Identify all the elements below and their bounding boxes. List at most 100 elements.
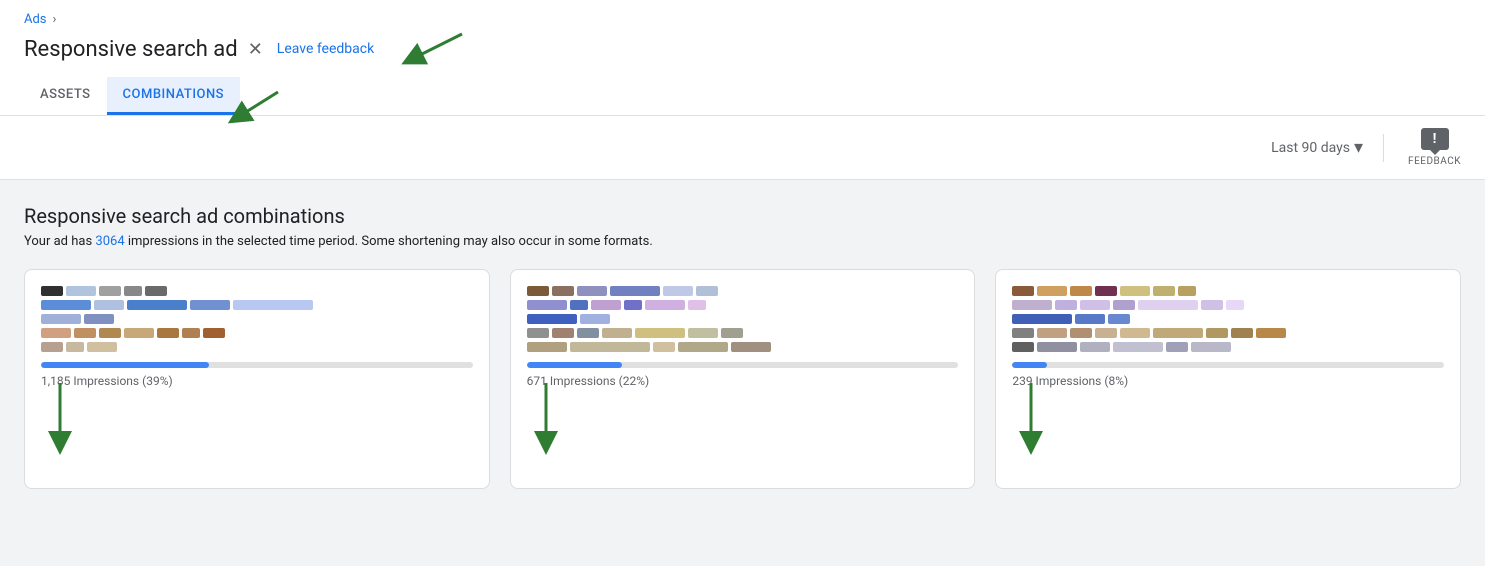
tab-assets[interactable]: ASSETS: [24, 77, 107, 115]
pixel-row: [1012, 342, 1444, 352]
pixel-block: [1113, 300, 1135, 310]
pixel-block: [1231, 328, 1253, 338]
pixel-block: [624, 300, 642, 310]
cards-row: 1,185 Impressions (39%) 671 Impressions (…: [24, 269, 1461, 489]
pixel-block: [1037, 328, 1067, 338]
pixel-block: [1075, 314, 1105, 324]
pixel-block: [203, 328, 225, 338]
pixel-block: [190, 300, 230, 310]
pixel-block: [610, 286, 660, 296]
leave-feedback-link[interactable]: Leave feedback: [277, 41, 374, 57]
progress-bar-container: [527, 362, 959, 368]
pixel-block: [552, 286, 574, 296]
pixel-block: [1095, 286, 1117, 296]
pixel-block: [1113, 342, 1163, 352]
top-bar: Ads › Responsive search ad ✕ Leave feedb…: [0, 0, 1485, 116]
pixel-block: [124, 286, 142, 296]
pixel-row: [527, 314, 959, 324]
progress-bar-fill: [41, 362, 209, 368]
pixel-block: [1120, 286, 1150, 296]
close-icon[interactable]: ✕: [248, 39, 263, 60]
pixel-block: [527, 314, 577, 324]
title-row: Responsive search ad ✕ Leave feedback: [24, 29, 1461, 77]
pixel-block: [663, 286, 693, 296]
pixel-block: [233, 300, 313, 310]
feedback-label: FEEDBACK: [1408, 156, 1461, 167]
pixel-block: [1166, 342, 1188, 352]
pixel-block: [1037, 342, 1077, 352]
pixel-block: [127, 300, 187, 310]
pixel-row: [1012, 286, 1444, 296]
pixel-row: [527, 286, 959, 296]
progress-bar-container: [1012, 362, 1444, 368]
pixel-block: [84, 314, 114, 324]
pixel-block: [41, 342, 63, 352]
pixel-block: [688, 300, 706, 310]
pixel-block: [182, 328, 200, 338]
green-arrow-card-2: [531, 378, 591, 458]
pixel-block: [1055, 300, 1077, 310]
pixel-block: [124, 328, 154, 338]
date-range-label: Last 90 days: [1271, 140, 1350, 156]
pixel-block: [678, 342, 728, 352]
divider: [1383, 134, 1384, 162]
pixel-block: [157, 328, 179, 338]
feedback-icon: !: [1421, 128, 1449, 150]
pixel-block: [552, 328, 574, 338]
pixel-block: [645, 300, 685, 310]
pixel-row: [41, 328, 473, 338]
ad-card-2: 671 Impressions (22%): [510, 269, 976, 489]
chevron-down-icon: ▾: [1354, 137, 1363, 158]
breadcrumb: Ads ›: [24, 0, 1461, 29]
pixel-block: [1012, 300, 1052, 310]
pixel-block: [1138, 300, 1198, 310]
tab-combinations[interactable]: COMBINATIONS: [107, 77, 241, 115]
pixel-block: [527, 286, 549, 296]
pixel-block: [721, 328, 743, 338]
impressions-label: 671 Impressions (22%): [527, 374, 959, 388]
pixel-block: [1206, 328, 1228, 338]
main-content: Responsive search ad combinations Your a…: [0, 180, 1485, 505]
pixel-block: [66, 286, 96, 296]
pixel-block: [580, 314, 610, 324]
tabs-row: ASSETS COMBINATIONS: [24, 77, 1461, 115]
green-arrow-card-1: [45, 378, 105, 458]
pixel-block: [1201, 300, 1223, 310]
pixel-block: [1108, 314, 1130, 324]
pixel-row: [41, 300, 473, 310]
pixel-block: [1095, 328, 1117, 338]
ad-card-1: 1,185 Impressions (39%): [24, 269, 490, 489]
green-arrow-feedback: [392, 29, 472, 69]
pixel-block: [591, 300, 621, 310]
pixel-block: [87, 342, 117, 352]
pixel-row: [527, 300, 959, 310]
date-range-dropdown[interactable]: Last 90 days ▾: [1271, 137, 1363, 158]
pixel-block: [731, 342, 771, 352]
pixel-block: [1191, 342, 1231, 352]
breadcrumb-link-ads[interactable]: Ads: [24, 12, 47, 27]
pixel-block: [1070, 286, 1092, 296]
pixel-block: [1153, 328, 1203, 338]
pixel-block: [41, 286, 63, 296]
green-arrow-card-3: [1016, 378, 1076, 458]
ad-content: [527, 286, 959, 352]
pixel-block: [570, 300, 588, 310]
pixel-block: [1226, 300, 1244, 310]
ad-content: [1012, 286, 1444, 352]
pixel-row: [41, 314, 473, 324]
pixel-row: [527, 342, 959, 352]
ad-content: [41, 286, 473, 352]
progress-bar-container: [41, 362, 473, 368]
pixel-block: [1153, 286, 1175, 296]
pixel-row: [1012, 300, 1444, 310]
section-subtitle: Your ad has 3064 impressions in the sele…: [24, 234, 1461, 249]
pixel-block: [653, 342, 675, 352]
pixel-block: [145, 286, 167, 296]
feedback-button[interactable]: ! FEEDBACK: [1408, 128, 1461, 167]
progress-bar-fill: [527, 362, 622, 368]
pixel-block: [527, 342, 567, 352]
impressions-label: 239 Impressions (8%): [1012, 374, 1444, 388]
pixel-block: [99, 328, 121, 338]
pixel-block: [1070, 328, 1092, 338]
toolbar: Last 90 days ▾ ! FEEDBACK: [0, 116, 1485, 180]
